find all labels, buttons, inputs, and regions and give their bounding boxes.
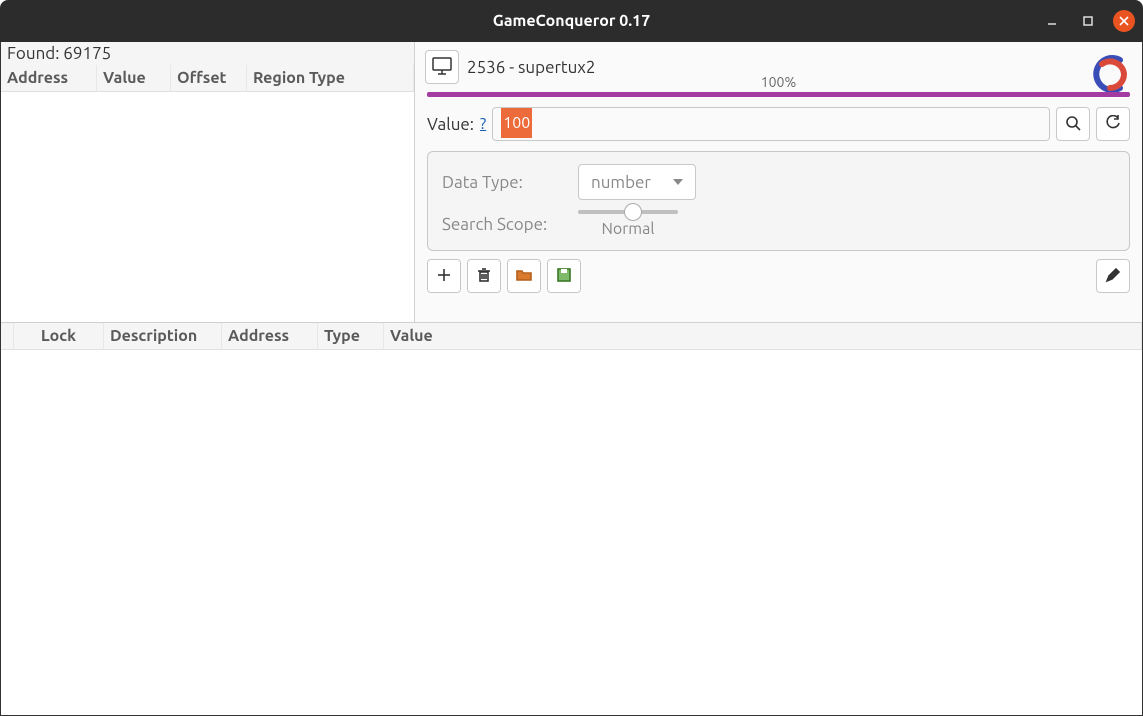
scan-col-offset[interactable]: Offset [171, 65, 247, 91]
maximize-button[interactable] [1077, 10, 1099, 32]
data-type-combo[interactable]: number [578, 164, 696, 200]
reset-scan-button[interactable] [1096, 107, 1130, 141]
scan-button[interactable] [1056, 107, 1090, 141]
window-controls [1041, 10, 1135, 32]
cheat-col-address[interactable]: Address [222, 323, 318, 349]
open-file-button[interactable] [507, 259, 541, 293]
search-pane: 2536 - supertux2 100% Value: ? 100 [415, 42, 1142, 322]
cheat-col-type[interactable]: Type [318, 323, 384, 349]
window-title: GameConqueror 0.17 [493, 12, 650, 30]
search-scope-label: Search Scope: [442, 215, 552, 234]
scan-col-value[interactable]: Value [97, 65, 171, 91]
scan-table-header: Address Value Offset Region Type [1, 65, 414, 92]
folder-open-icon [516, 267, 532, 286]
plus-icon [436, 267, 452, 286]
slider-thumb[interactable] [624, 203, 642, 221]
scan-options-box: Data Type: number Search Scope: Normal [427, 151, 1130, 251]
save-icon [556, 267, 572, 286]
found-count-label: Found: 69175 [1, 42, 414, 65]
refresh-icon [1105, 115, 1121, 134]
progress-percent-label: 100% [427, 74, 1130, 90]
trash-icon [476, 267, 492, 286]
add-cheat-button[interactable] [427, 259, 461, 293]
scan-col-address[interactable]: Address [1, 65, 97, 91]
scan-results-pane: Found: 69175 Address Value Offset Region… [1, 42, 415, 322]
value-input-text: 100 [501, 108, 532, 138]
titlebar: GameConqueror 0.17 [0, 0, 1143, 42]
cheat-col-blank [1, 323, 14, 349]
cheat-col-lock[interactable]: Lock [14, 323, 104, 349]
value-help-link[interactable]: ? [480, 115, 486, 133]
scan-table-body[interactable] [1, 92, 414, 322]
cheat-table-body[interactable] [1, 350, 1142, 715]
data-type-label: Data Type: [442, 173, 552, 192]
minimize-button[interactable] [1041, 10, 1063, 32]
search-scope-slider[interactable] [578, 210, 678, 214]
progress-bar [427, 92, 1130, 97]
save-file-button[interactable] [547, 259, 581, 293]
delete-cheat-button[interactable] [467, 259, 501, 293]
value-input[interactable]: 100 [492, 107, 1050, 141]
memory-editor-button[interactable] [1096, 259, 1130, 293]
scan-progress: 100% [427, 92, 1130, 97]
search-scope-value: Normal [601, 220, 654, 238]
cheat-table-header: Lock Description Address Type Value [1, 322, 1142, 350]
pencil-icon [1105, 267, 1121, 286]
value-label: Value: [427, 115, 474, 134]
cheat-col-value[interactable]: Value [384, 323, 1142, 349]
close-button[interactable] [1113, 10, 1135, 32]
scan-col-region[interactable]: Region Type [247, 65, 414, 91]
data-type-value: number [591, 173, 651, 192]
cheat-toolbar [427, 259, 1130, 293]
cheat-col-description[interactable]: Description [104, 323, 222, 349]
search-icon [1065, 115, 1081, 134]
